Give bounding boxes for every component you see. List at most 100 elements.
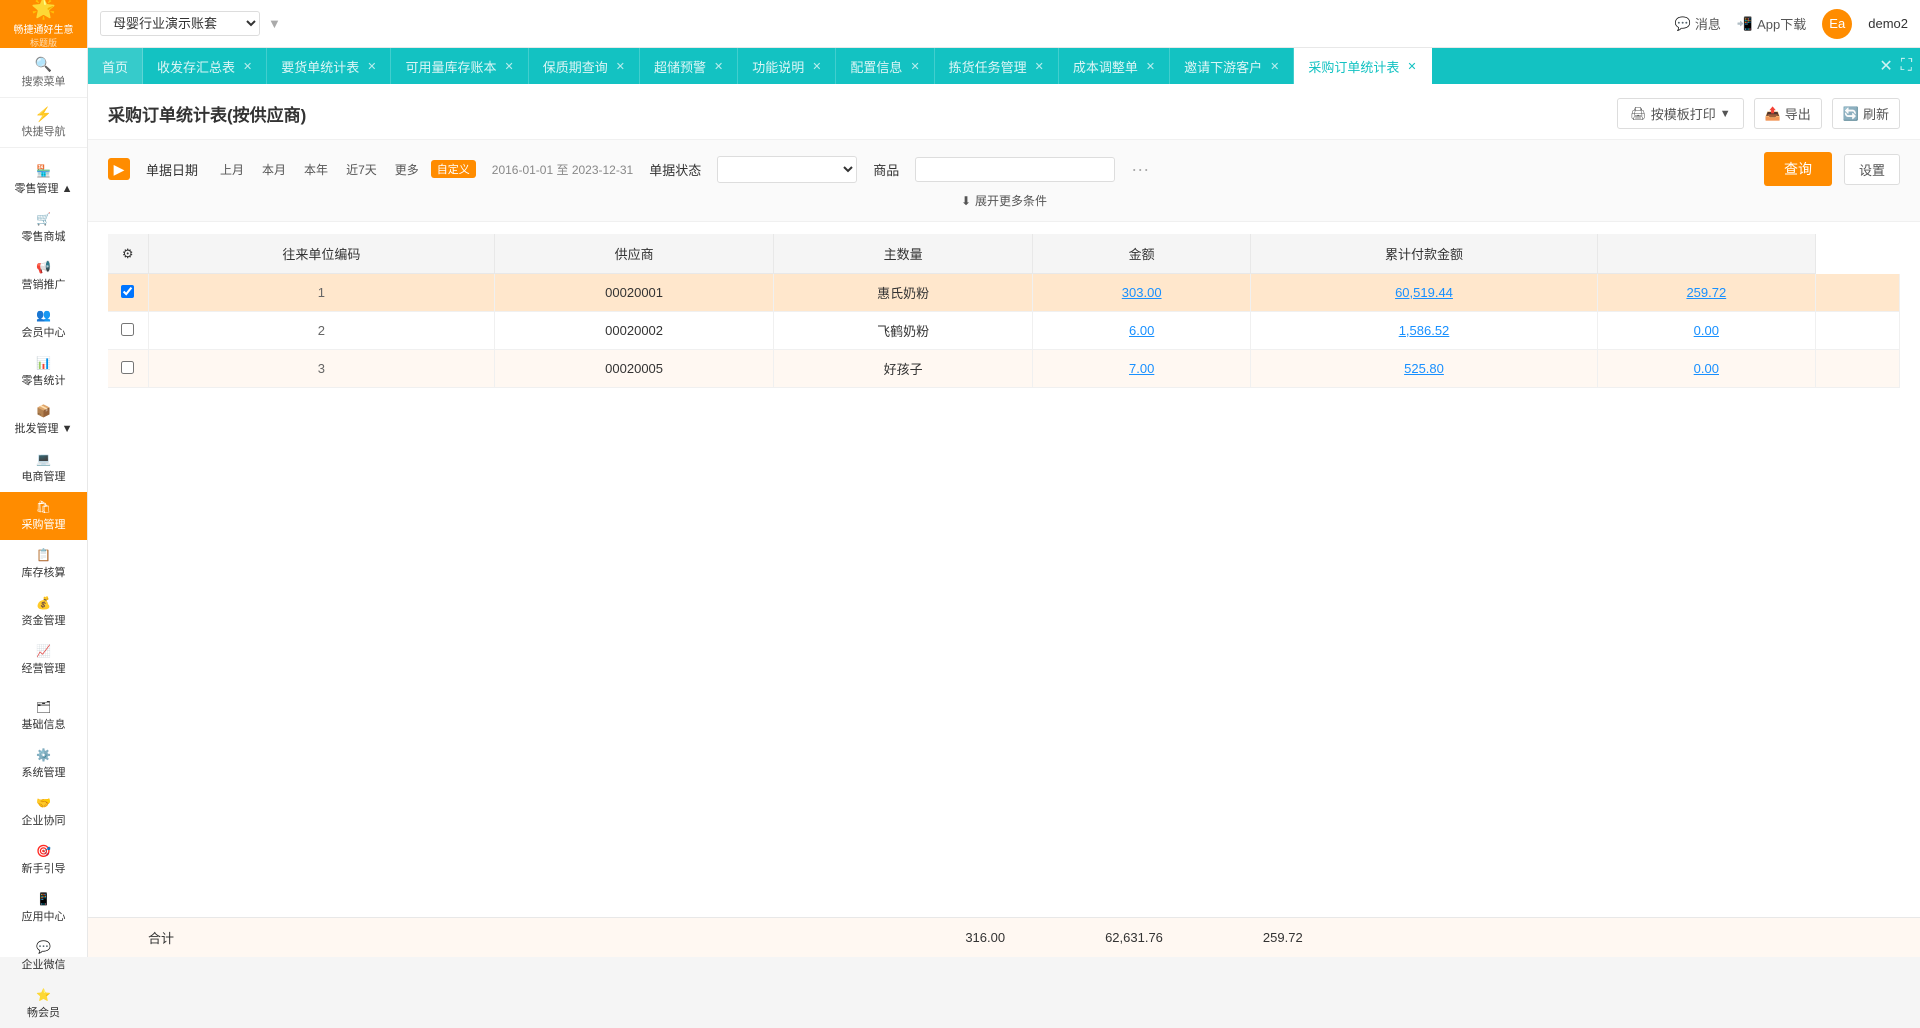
shortcut-last-month[interactable]: 上月	[214, 159, 250, 180]
row-qty[interactable]: 6.00	[1033, 312, 1251, 350]
tab-配置信息[interactable]: 配置信息 ✕	[836, 48, 934, 84]
tab-close-icon[interactable]: ✕	[714, 60, 723, 73]
filter-toggle-button[interactable]: ▶	[108, 158, 130, 180]
tab-要货单统计表[interactable]: 要货单统计表 ✕	[267, 48, 391, 84]
tab-maximize-icon[interactable]: ⛶	[1901, 57, 1912, 75]
home-label: 首页	[102, 57, 128, 76]
more-options-icon[interactable]: ···	[1131, 159, 1149, 180]
sidebar-item-retail-mall[interactable]: 🛒 零售商城	[0, 204, 87, 252]
expand-more-button[interactable]: ⬇ 展开更多条件	[961, 192, 1047, 209]
basic-label: 基础信息	[22, 716, 66, 732]
tab-保质期查询[interactable]: 保质期查询 ✕	[529, 48, 640, 84]
sidebar-item-marketing[interactable]: 📢 营销推广	[0, 252, 87, 300]
tab-close-icon[interactable]: ✕	[910, 60, 919, 73]
tab-超储预警[interactable]: 超储预警 ✕	[640, 48, 738, 84]
app-label: App下载	[1757, 14, 1806, 33]
row-amount[interactable]: 60,519.44	[1251, 274, 1598, 312]
sidebar-item-search[interactable]: 🔍 搜索菜单	[0, 48, 87, 98]
row-qty[interactable]: 303.00	[1033, 274, 1251, 312]
tab-close-icon[interactable]: ✕	[1035, 60, 1044, 73]
table-row[interactable]: 3 00020005 好孩子 7.00 525.80 0.00	[108, 350, 1900, 388]
tab-成本调整单[interactable]: 成本调整单 ✕	[1059, 48, 1170, 84]
export-button[interactable]: 📤 导出	[1754, 98, 1822, 129]
settings-button[interactable]: 设置	[1844, 154, 1900, 185]
tab-close-all-icon[interactable]: ✕	[1879, 56, 1892, 76]
shortcut-7days[interactable]: 近7天	[340, 159, 383, 180]
tab-close-icon[interactable]: ✕	[505, 60, 514, 73]
row-amount[interactable]: 525.80	[1251, 350, 1598, 388]
tab-home[interactable]: 首页	[88, 48, 143, 84]
user-avatar[interactable]: Ea	[1822, 9, 1852, 39]
tab-label: 保质期查询	[543, 57, 608, 76]
tab-close-icon[interactable]: ✕	[616, 60, 625, 73]
table-row[interactable]: 1 00020001 惠氏奶粉 303.00 60,519.44 259.72	[108, 274, 1900, 312]
refresh-button[interactable]: 🔄 刷新	[1832, 98, 1900, 129]
sidebar-item-purchase[interactable]: 🛍 采购管理	[0, 492, 87, 540]
row-checkbox[interactable]	[121, 285, 134, 298]
sidebar-item-member[interactable]: 👥 会员中心	[0, 300, 87, 348]
sidebar-item-wechat[interactable]: 💬 企业微信	[0, 932, 87, 980]
row-paid[interactable]: 0.00	[1597, 312, 1815, 350]
tab-采购订单统计表[interactable]: 采购订单统计表 ✕	[1294, 48, 1431, 84]
tab-close-icon[interactable]: ✕	[812, 60, 821, 73]
row-qty[interactable]: 7.00	[1033, 350, 1251, 388]
query-button[interactable]: 查询	[1764, 152, 1832, 186]
appcenter-icon: 📱	[36, 892, 51, 906]
tab-label: 采购订单统计表	[1308, 57, 1399, 76]
sidebar-item-finance[interactable]: 💰 资金管理	[0, 588, 87, 636]
expand-label: 展开更多条件	[975, 192, 1047, 209]
sidebar-item-enterprise[interactable]: 🤝 企业协同	[0, 788, 87, 836]
row-num: 2	[148, 312, 495, 350]
tab-收发存汇总表[interactable]: 收发存汇总表 ✕	[143, 48, 267, 84]
sidebar-item-system[interactable]: ⚙️ 系统管理	[0, 740, 87, 788]
user-name[interactable]: demo2	[1868, 16, 1908, 31]
message-button[interactable]: 💬 消息	[1675, 14, 1721, 33]
custom-date-badge[interactable]: 自定义	[431, 160, 476, 178]
inventory-label: 库存核算	[22, 564, 66, 580]
sidebar-item-basic[interactable]: 🗂 基础信息	[0, 692, 87, 740]
gear-icon[interactable]: ⚙	[122, 246, 134, 261]
workspace-selector[interactable]: 母婴行业演示账套	[100, 11, 260, 36]
sidebar-item-appcenter[interactable]: 📱 应用中心	[0, 884, 87, 932]
sidebar-item-quicknav[interactable]: ⚡ 快捷导航	[0, 98, 87, 148]
tab-close-icon[interactable]: ✕	[367, 60, 376, 73]
tab-close-icon[interactable]: ✕	[1270, 60, 1279, 73]
message-icon: 💬	[1675, 16, 1691, 32]
tab-功能说明[interactable]: 功能说明 ✕	[738, 48, 836, 84]
sidebar-item-ecommerce[interactable]: 💻 电商管理	[0, 444, 87, 492]
shortcut-this-month[interactable]: 本月	[256, 159, 292, 180]
app-download-button[interactable]: 📲 App下载	[1737, 14, 1806, 33]
print-label: 按模板打印	[1651, 104, 1716, 123]
sidebar-item-ops[interactable]: 📈 经营管理	[0, 636, 87, 684]
tab-label: 邀请下游客户	[1184, 57, 1262, 76]
tab-邀请下游客户[interactable]: 邀请下游客户 ✕	[1170, 48, 1294, 84]
table-container: ⚙ 往来单位编码 供应商 主数量 金额 累计付款金额 1 00020001	[88, 234, 1920, 388]
tab-拣货任务管理[interactable]: 拣货任务管理 ✕	[935, 48, 1059, 84]
logo-text: 畅捷通好生意	[14, 21, 74, 36]
tab-可用量库存账本[interactable]: 可用量库存账本 ✕	[391, 48, 528, 84]
row-checkbox[interactable]	[121, 323, 134, 336]
row-paid[interactable]: 0.00	[1597, 350, 1815, 388]
sidebar-item-newguide[interactable]: 🎯 新手引导	[0, 836, 87, 884]
shortcut-this-year[interactable]: 本年	[298, 159, 334, 180]
sidebar-item-retail[interactable]: 🏪 零售管理 ▲	[0, 156, 87, 204]
row-checkbox[interactable]	[121, 361, 134, 374]
sidebar-item-retail-stats[interactable]: 📊 零售统计	[0, 348, 87, 396]
row-paid[interactable]: 259.72	[1597, 274, 1815, 312]
tab-close-icon[interactable]: ✕	[243, 60, 252, 73]
date-filter-label: 单据日期	[146, 160, 198, 179]
footer-label: 合计	[148, 928, 348, 947]
print-button[interactable]: 🖨 按模板打印 ▼	[1617, 98, 1743, 129]
tab-close-icon[interactable]: ✕	[1146, 60, 1155, 73]
sidebar-item-wholesale[interactable]: 📦 批发管理 ▼	[0, 396, 87, 444]
table-row[interactable]: 2 00020002 飞鹤奶粉 6.00 1,586.52 0.00	[108, 312, 1900, 350]
row-amount[interactable]: 1,586.52	[1251, 312, 1598, 350]
goods-input[interactable]	[915, 157, 1115, 182]
shortcut-more[interactable]: 更多	[389, 159, 425, 180]
tab-close-active-icon[interactable]: ✕	[1407, 60, 1416, 73]
page-title: 采购订单统计表(按供应商)	[108, 101, 306, 126]
status-select[interactable]	[717, 156, 857, 183]
finance-icon: 💰	[36, 596, 51, 610]
sidebar-item-vip[interactable]: ⭐ 畅会员	[0, 980, 87, 1028]
sidebar-item-inventory[interactable]: 📋 库存核算	[0, 540, 87, 588]
